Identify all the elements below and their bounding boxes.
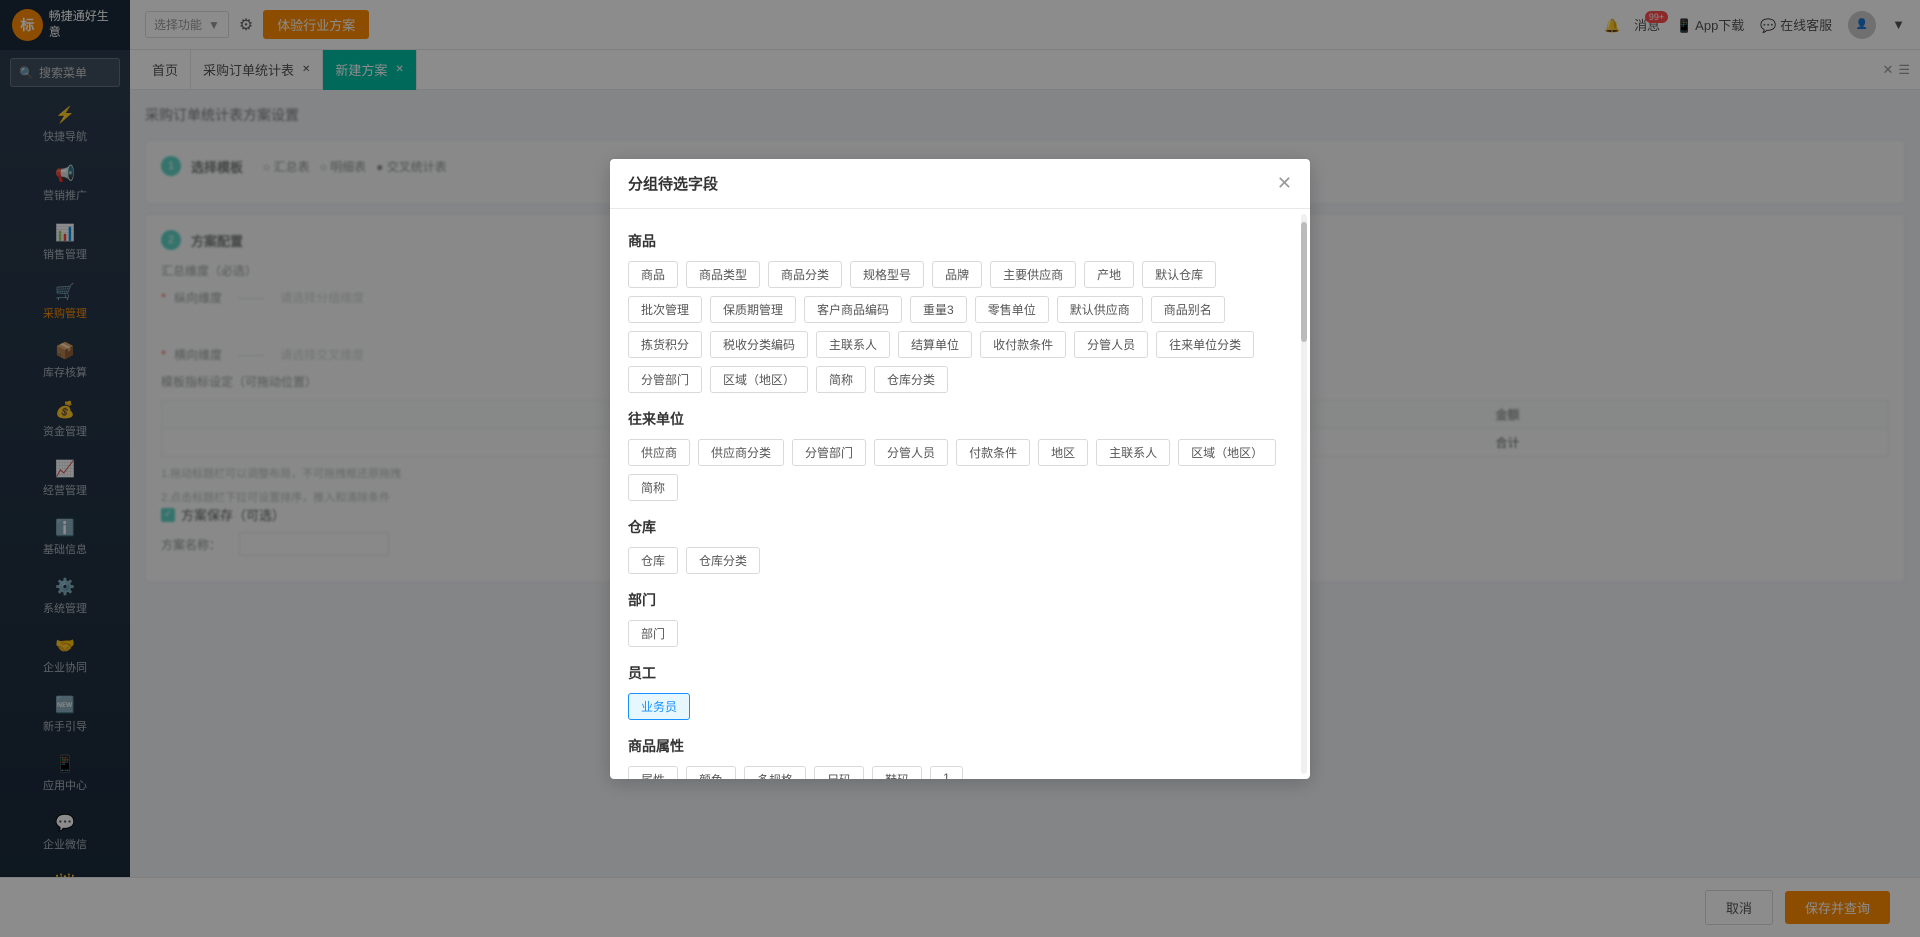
section-title-goods-attr: 商品属性 (628, 736, 1292, 756)
modal-header: 分组待选字段 ✕ (610, 159, 1310, 209)
section-title-warehouse: 仓库 (628, 517, 1292, 537)
field-chip[interactable]: 区域（地区） (710, 366, 808, 393)
field-chip[interactable]: 商品 (628, 261, 678, 288)
field-chip[interactable]: 分管部门 (792, 439, 866, 466)
goods-attr-field-grid: 属性 颜色 多规格 尺码 鞋码 1 (628, 766, 1292, 779)
field-chip[interactable]: 收付款条件 (980, 331, 1066, 358)
field-chip[interactable]: 商品类型 (686, 261, 760, 288)
field-chip[interactable]: 多规格 (744, 766, 806, 779)
field-chip[interactable]: 税收分类编码 (710, 331, 808, 358)
field-chip[interactable]: 批次管理 (628, 296, 702, 323)
field-chip[interactable]: 鞋码 (872, 766, 922, 779)
field-chip[interactable]: 默认供应商 (1057, 296, 1143, 323)
field-chip[interactable]: 商品别名 (1151, 296, 1225, 323)
field-chip[interactable]: 颜色 (686, 766, 736, 779)
modal-overlay: 分组待选字段 ✕ 商品 商品 商品类型 商品分类 规格型号 品牌 主要供应商 产… (0, 0, 1920, 937)
field-chip[interactable]: 付款条件 (956, 439, 1030, 466)
modal-close-icon[interactable]: ✕ (1277, 173, 1292, 194)
field-chip[interactable]: 结算单位 (898, 331, 972, 358)
field-chip[interactable]: 往来单位分类 (1156, 331, 1254, 358)
field-chip[interactable]: 规格型号 (850, 261, 924, 288)
modal-scrollbar-track (1301, 214, 1307, 774)
field-chip[interactable]: 商品分类 (768, 261, 842, 288)
field-chip[interactable]: 仓库分类 (686, 547, 760, 574)
field-chip[interactable]: 分管部门 (628, 366, 702, 393)
field-chip[interactable]: 供应商分类 (698, 439, 784, 466)
field-select-modal: 分组待选字段 ✕ 商品 商品 商品类型 商品分类 规格型号 品牌 主要供应商 产… (610, 159, 1310, 779)
field-chip[interactable]: 供应商 (628, 439, 690, 466)
section-title-employee: 员工 (628, 663, 1292, 683)
field-chip[interactable]: 1 (930, 766, 963, 779)
section-title-goods: 商品 (628, 231, 1292, 251)
field-chip[interactable]: 简称 (816, 366, 866, 393)
modal-body[interactable]: 商品 商品 商品类型 商品分类 规格型号 品牌 主要供应商 产地 默认仓库 批次… (610, 209, 1310, 779)
partner-field-grid: 供应商 供应商分类 分管部门 分管人员 付款条件 地区 主联系人 区域（地区） … (628, 439, 1292, 501)
field-chip[interactable]: 默认仓库 (1142, 261, 1216, 288)
field-chip[interactable]: 保质期管理 (710, 296, 796, 323)
field-chip[interactable]: 品牌 (932, 261, 982, 288)
field-chip[interactable]: 简称 (628, 474, 678, 501)
field-chip[interactable]: 主要供应商 (990, 261, 1076, 288)
field-chip[interactable]: 尺码 (814, 766, 864, 779)
field-chip-salesperson[interactable]: 业务员 (628, 693, 690, 720)
field-chip[interactable]: 部门 (628, 620, 678, 647)
modal-title: 分组待选字段 (628, 173, 718, 194)
employee-field-grid: 业务员 (628, 693, 1292, 720)
field-chip[interactable]: 零售单位 (975, 296, 1049, 323)
field-chip[interactable]: 主联系人 (1096, 439, 1170, 466)
field-chip[interactable]: 属性 (628, 766, 678, 779)
field-chip[interactable]: 分管人员 (1074, 331, 1148, 358)
field-chip[interactable]: 产地 (1084, 261, 1134, 288)
section-title-dept: 部门 (628, 590, 1292, 610)
field-chip[interactable]: 仓库 (628, 547, 678, 574)
field-chip[interactable]: 主联系人 (816, 331, 890, 358)
dept-field-grid: 部门 (628, 620, 1292, 647)
section-title-partner: 往来单位 (628, 409, 1292, 429)
warehouse-field-grid: 仓库 仓库分类 (628, 547, 1292, 574)
field-chip[interactable]: 拣货积分 (628, 331, 702, 358)
field-chip[interactable]: 地区 (1038, 439, 1088, 466)
modal-scrollbar-thumb[interactable] (1301, 222, 1307, 342)
field-chip[interactable]: 区域（地区） (1178, 439, 1276, 466)
goods-field-grid: 商品 商品类型 商品分类 规格型号 品牌 主要供应商 产地 默认仓库 批次管理 … (628, 261, 1292, 393)
field-chip[interactable]: 仓库分类 (874, 366, 948, 393)
field-chip[interactable]: 客户商品编码 (804, 296, 902, 323)
field-chip[interactable]: 分管人员 (874, 439, 948, 466)
field-chip[interactable]: 重量3 (910, 296, 967, 323)
